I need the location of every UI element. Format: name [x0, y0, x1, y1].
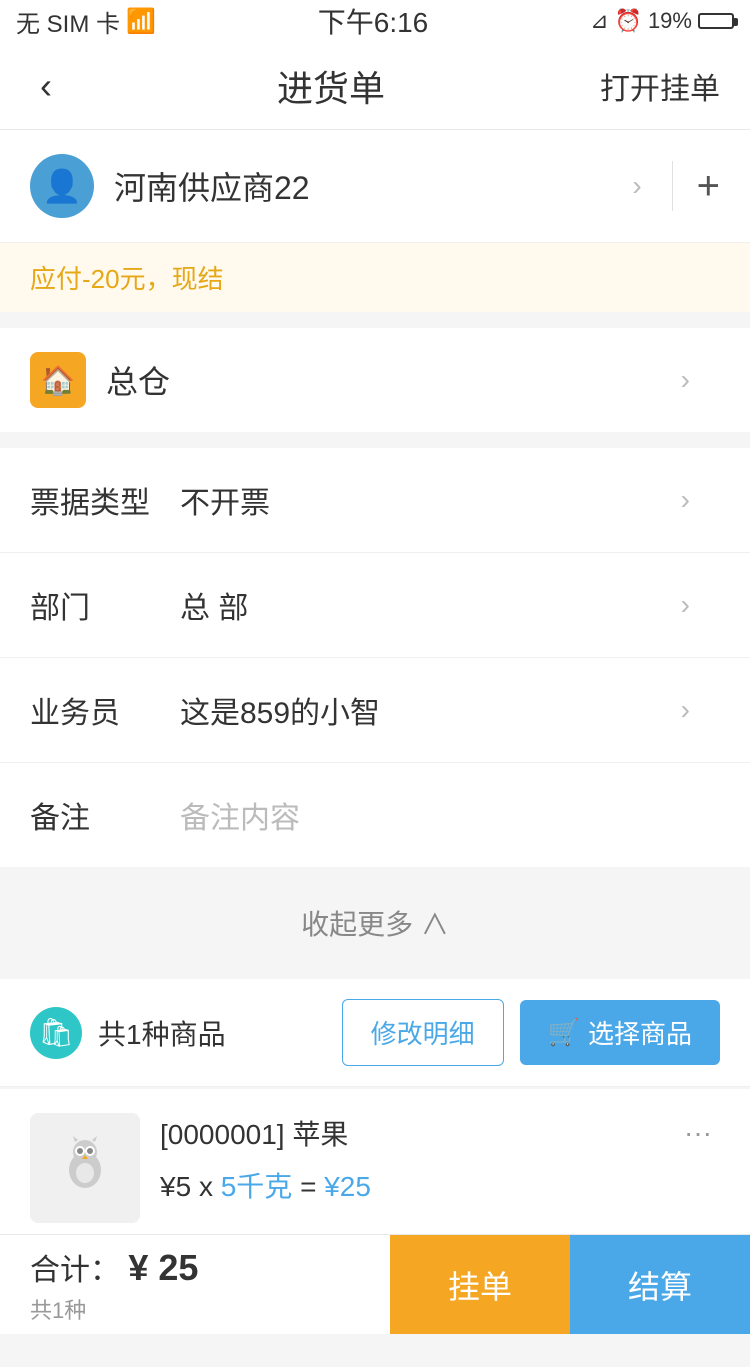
supplier-row[interactable]: 👤 河南供应商22 › + — [0, 130, 750, 243]
owl-icon — [50, 1128, 120, 1208]
warehouse-chevron-icon: › — [681, 364, 690, 396]
alarm-icon: ⏰ — [615, 8, 642, 34]
warehouse-section[interactable]: 🏠 总仓 › — [0, 328, 750, 432]
remark-row[interactable]: 备注 备注内容 — [0, 763, 750, 867]
products-icon: 🛍 — [30, 1007, 82, 1059]
sales-row[interactable]: 业务员 这是859的小智 › — [0, 658, 750, 763]
checkout-button[interactable]: 结算 — [570, 1235, 750, 1334]
cart-icon: 🛒 — [548, 1017, 580, 1048]
sales-label: 业务员 — [30, 688, 170, 732]
supplier-avatar: 👤 — [30, 154, 94, 218]
back-button[interactable]: ‹ — [30, 55, 62, 117]
quantity-value: 5千克 — [221, 1171, 293, 1202]
bag-icon: 🛍 — [38, 1016, 74, 1049]
warehouse-row[interactable]: 🏠 总仓 › — [0, 328, 750, 432]
product-item: [0000001] 苹果 ¥5 x 5千克 = ¥25 ··· — [0, 1089, 750, 1247]
dept-value: 总 部 — [170, 583, 681, 627]
status-time: 下午6:16 — [318, 1, 429, 41]
price-value: ¥5 — [160, 1171, 191, 1202]
bottom-bar: 合计： ¥ 25 共1种 挂单 结算 — [0, 1234, 750, 1334]
invoice-value: 不开票 — [170, 478, 681, 522]
home-icon: 🏠 — [41, 364, 76, 397]
notice-text: 应付-20元，现结 — [30, 264, 224, 294]
products-count: 共1种商品 — [98, 1013, 342, 1053]
battery-icon — [698, 13, 734, 29]
open-pending-button[interactable]: 打开挂单 — [600, 64, 720, 108]
wifi-icon: 📶 — [126, 7, 156, 36]
equals-sign: = — [300, 1171, 324, 1202]
form-section: 票据类型 不开票 › 部门 总 部 › 业务员 这是859的小智 › 备注 备注… — [0, 448, 750, 867]
page-title: 进货单 — [277, 60, 385, 112]
collapse-label: 收起更多 ∧ — [301, 909, 449, 940]
select-product-button[interactable]: 🛒 选择商品 — [520, 1000, 720, 1065]
warehouse-icon: 🏠 — [30, 352, 86, 408]
remark-label: 备注 — [30, 793, 170, 837]
nav-bar: ‹ 进货单 打开挂单 — [0, 42, 750, 130]
products-header: 🛍 共1种商品 修改明细 🛒 选择商品 — [0, 979, 750, 1087]
battery-percent: 19% — [648, 8, 692, 34]
select-product-label: 选择商品 — [588, 1014, 692, 1051]
hang-label: 挂单 — [448, 1262, 512, 1308]
dept-chevron-icon: › — [681, 589, 690, 621]
location-icon: ⊿ — [590, 8, 608, 34]
add-supplier-button[interactable]: + — [697, 164, 720, 209]
status-left: 无 SIM 卡 📶 — [16, 4, 156, 39]
dept-label: 部门 — [30, 583, 170, 627]
supplier-section: 👤 河南供应商22 › + 应付-20元，现结 — [0, 130, 750, 312]
supplier-chevron-icon: › — [632, 170, 641, 202]
sales-chevron-icon: › — [681, 694, 690, 726]
product-title: 苹果 — [292, 1119, 348, 1150]
product-info: [0000001] 苹果 ¥5 x 5千克 = ¥25 — [160, 1113, 676, 1205]
product-price: ¥5 x 5千克 = ¥25 — [160, 1165, 676, 1205]
status-right: ⊿ ⏰ 19% — [590, 8, 734, 34]
price-multiply: x — [199, 1171, 221, 1202]
product-code: [0000001] — [160, 1119, 285, 1150]
notice-bar: 应付-20元，现结 — [0, 243, 750, 312]
person-icon: 👤 — [42, 167, 82, 205]
total-sub: 共1种 — [30, 1293, 360, 1325]
total-amount: ¥ 25 — [128, 1247, 198, 1288]
carrier-text: 无 SIM 卡 — [16, 4, 120, 39]
checkout-label: 结算 — [628, 1262, 692, 1308]
edit-detail-button[interactable]: 修改明细 — [342, 999, 504, 1066]
total-section: 合计： ¥ 25 共1种 — [0, 1235, 390, 1334]
remark-placeholder[interactable]: 备注内容 — [170, 793, 720, 837]
invoice-row[interactable]: 票据类型 不开票 › — [0, 448, 750, 553]
supplier-name: 河南供应商22 — [114, 163, 632, 209]
invoice-label: 票据类型 — [30, 478, 170, 522]
status-bar: 无 SIM 卡 📶 下午6:16 ⊿ ⏰ 19% — [0, 0, 750, 42]
warehouse-name: 总仓 — [106, 357, 681, 403]
invoice-chevron-icon: › — [681, 484, 690, 516]
product-name: [0000001] 苹果 — [160, 1113, 676, 1153]
collapse-button[interactable]: 收起更多 ∧ — [0, 883, 750, 963]
sales-value: 这是859的小智 — [170, 688, 681, 732]
total-label: 合计： — [30, 1254, 120, 1287]
total-value: ¥25 — [324, 1171, 371, 1202]
product-thumbnail — [30, 1113, 140, 1223]
hang-order-button[interactable]: 挂单 — [390, 1235, 570, 1334]
divider — [672, 161, 673, 211]
product-more-button[interactable]: ··· — [676, 1113, 720, 1153]
total-main: 合计： ¥ 25 — [30, 1245, 360, 1289]
dept-row[interactable]: 部门 总 部 › — [0, 553, 750, 658]
